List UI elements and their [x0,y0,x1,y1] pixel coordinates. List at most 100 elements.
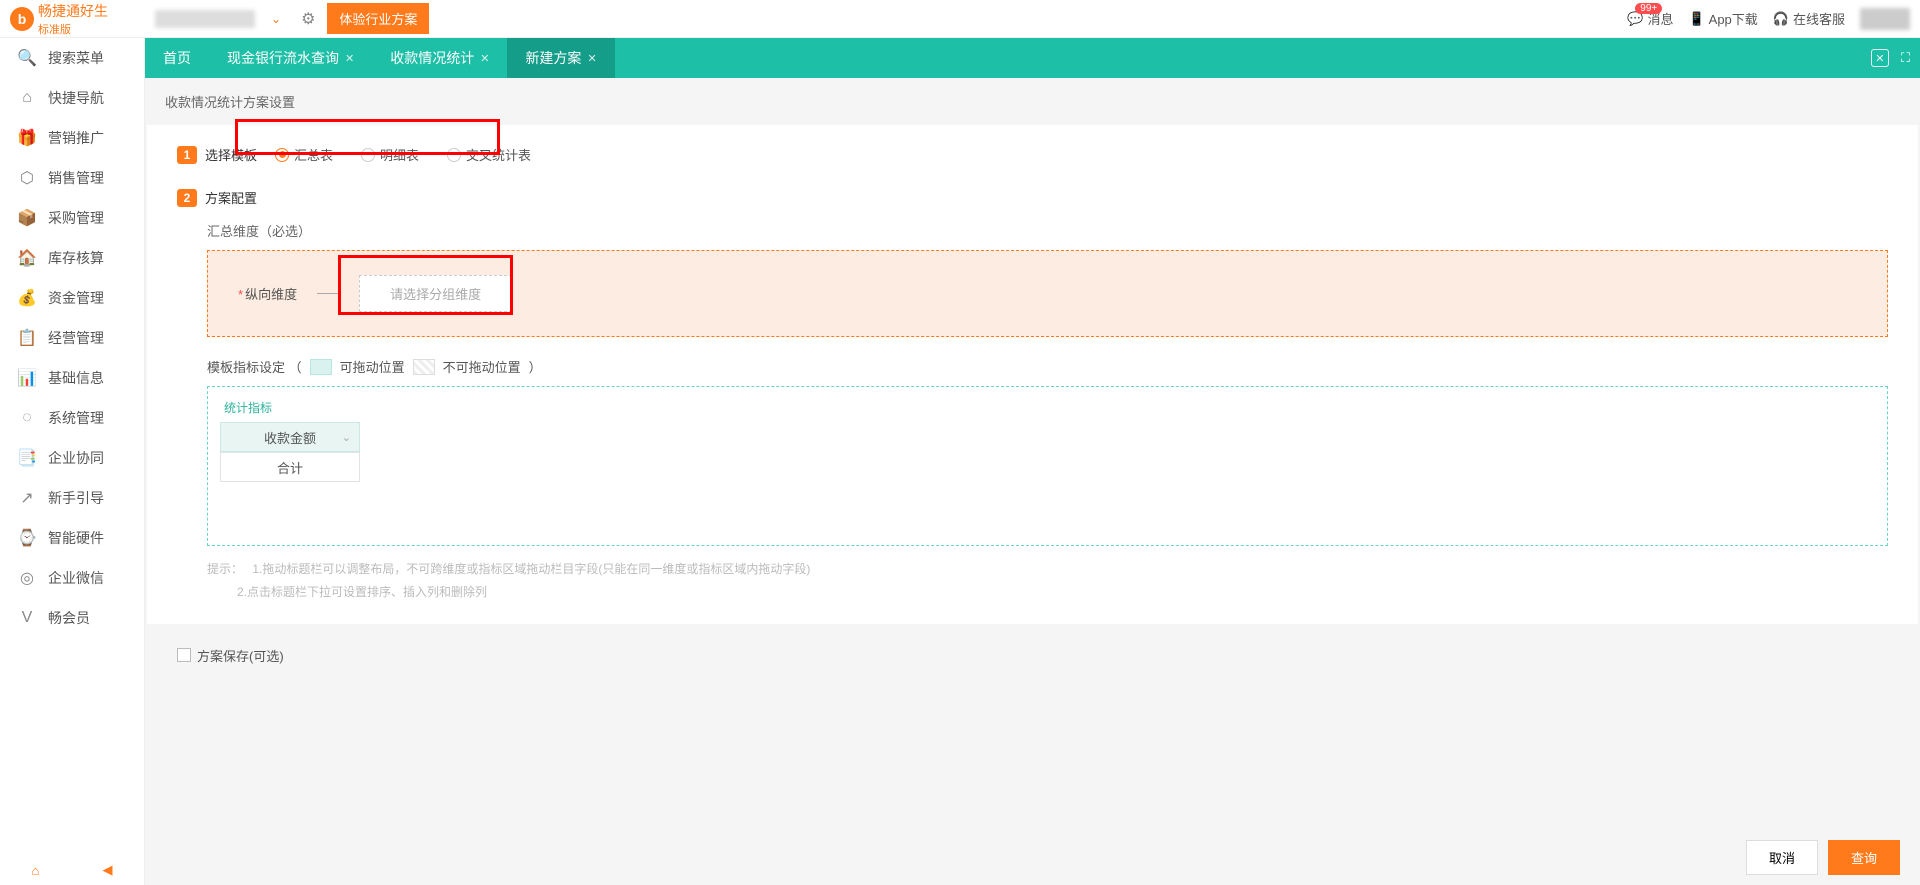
app-download-label: App下载 [1709,9,1758,28]
radio-option[interactable]: 交叉统计表 [447,145,531,164]
step1-row: 1 选择模板 汇总表 明细表 交叉统计表 [177,145,1888,164]
swatch-nodraggable-icon [413,359,435,375]
step1-badge: 1 [177,146,197,164]
dimension-label: *纵向维度 [238,284,297,303]
sidebar-item[interactable]: ⬡ 销售管理 [0,158,144,198]
sidebar-item[interactable]: 🏠库存核算 [0,238,144,278]
close-icon[interactable]: ✕ [345,52,354,65]
radio-label: 汇总表 [294,145,333,164]
headset-icon: 🎧 [1773,11,1789,27]
footer-bar: 取消 查询 [1726,830,1920,885]
indicator-legend: 模板指标设定 （ 可拖动位置 不可拖动位置 ） [207,357,1888,376]
topbar: b 畅捷通好生 标准版 ⌄ ⚙ 体验行业方案 💬 消息 99+ 📱 App下载 … [0,0,1920,38]
sidebar-item[interactable]: 📊基础信息 [0,358,144,398]
indicator-value: 收款金额 [264,428,316,447]
nav-icon: ⌂ [18,89,36,107]
sidebar-item[interactable]: 🔍 搜索菜单 [0,38,144,78]
sidebar: 🔍 搜索菜单 ⌂快捷导航🎁营销推广 ⬡ 销售管理 📦 采购管理 🏠库存核算💰资金管理 📋 经营管理… [0,38,145,885]
nav-label: 采购管理 [48,208,104,228]
nav-icon: 🔍 [18,49,36,67]
tab[interactable]: 首页 [145,38,209,78]
indicator-zone: 统计指标 收款金额 ⌄ 合计 [207,386,1888,546]
tab[interactable]: 收款情况统计✕ [372,38,507,78]
tip-2: 2.点击标题栏下拉可设置排序、插入列和删除列 [237,585,487,599]
messages-link[interactable]: 💬 消息 99+ [1627,9,1673,28]
logo-area: b 畅捷通好生 标准版 [10,1,145,37]
chevron-down-icon: ⌄ [342,431,351,444]
nav-label: 销售管理 [48,168,104,188]
tabbar: 首页现金银行流水查询✕收款情况统计✕ 新建方案 ✕ ✕ ⛶ [145,38,1920,78]
logo-text: 畅捷通好生 [38,3,108,19]
nav-label: 企业微信 [48,568,104,588]
sidebar-item[interactable]: 📋 经营管理 [0,318,144,358]
sidebar-item[interactable]: ⌂快捷导航 [0,78,144,118]
nav-label: 经营管理 [48,328,104,348]
query-button[interactable]: 查询 [1828,840,1900,875]
config-panel: 1 选择模板 汇总表 明细表 交叉统计表 2 方案配置 汇总维度（必选） *纵向维度… [147,125,1918,624]
step1-label: 选择模板 [205,145,257,164]
app-download-link[interactable]: 📱 App下载 [1688,9,1757,28]
tab[interactable]: 现金银行流水查询✕ [209,38,372,78]
template-radio-group: 汇总表 明细表 交叉统计表 [275,145,531,164]
radio-label: 明细表 [380,145,419,164]
sidebar-item[interactable]: 💰资金管理 [0,278,144,318]
sidebar-item[interactable]: ⌚智能硬件 [0,518,144,558]
save-checkbox[interactable] [177,648,191,662]
tip-1: 1.拖动标题栏可以调整布局，不可跨维度或指标区域拖动栏目字段(只能在同一维度或指… [252,562,810,576]
nav-label: 搜索菜单 [48,48,104,68]
nav-icon: ⬡ [18,169,36,187]
radio-option[interactable]: 明细表 [361,145,419,164]
close-all-tabs-button[interactable]: ✕ [1871,49,1889,67]
step2-label: 方案配置 [205,188,257,207]
footer-icon-2[interactable]: ◀ [102,862,112,878]
nav-icon: 📑 [18,449,36,467]
gear-icon[interactable]: ⚙ [301,9,315,29]
nav-icon: 🎁 [18,129,36,147]
step2-row: 2 方案配置 [177,188,1888,207]
sidebar-item[interactable]: 📦 采购管理 [0,198,144,238]
footer-icon-1[interactable]: ⌂ [32,863,40,878]
nav-label: 企业协同 [48,448,104,468]
sidebar-item[interactable]: 🎁营销推广 [0,118,144,158]
org-selector[interactable]: ⌄ [155,10,289,28]
sidebar-item[interactable]: V畅会员 [0,598,144,638]
legend-nodraggable-label: 不可拖动位置 [443,357,521,376]
connector-line [317,293,339,294]
nav-icon: 📊 [18,369,36,387]
tabbar-tools: ✕ ⛶ [1871,49,1920,67]
step2-badge: 2 [177,189,197,207]
close-icon[interactable]: ✕ [480,52,489,65]
main: 首页现金银行流水查询✕收款情况统计✕新建方案✕ ✕ ⛶ 收款情况统计方案设置 1… [145,38,1920,885]
support-link[interactable]: 🎧 在线客服 [1773,9,1845,28]
fullscreen-icon[interactable]: ⛶ [1901,50,1910,66]
cta-button[interactable]: 体验行业方案 [327,3,429,34]
radio-option[interactable]: 汇总表 [275,145,333,164]
tab-label: 新建方案 [525,48,581,68]
org-name-blurred [155,10,255,28]
cancel-button[interactable]: 取消 [1746,840,1818,875]
nav-label: 畅会员 [48,608,90,628]
nav-label: 新手引导 [48,488,104,508]
tab[interactable]: 新建方案 ✕ [507,38,614,78]
indicator-cell[interactable]: 收款金额 ⌄ [220,422,360,452]
save-label: 方案保存(可选) [197,646,284,665]
edition-tag: 标准版 [38,24,71,36]
sidebar-item[interactable]: ◎ 企业微信 [0,558,144,598]
radio-icon [275,148,289,162]
indicator-header: 统计指标 [220,399,1875,416]
nav-icon: ◎ [18,569,36,587]
topbar-right: 💬 消息 99+ 📱 App下载 🎧 在线客服 [1627,8,1910,30]
save-row: 方案保存(可选) [147,632,1918,679]
nav-icon: ◌ [18,409,36,427]
nav-icon: 📦 [18,209,36,227]
indicator-section-suffix: ） [529,357,542,376]
dimension-dropzone[interactable]: 请选择分组维度 [359,275,512,312]
avatar[interactable] [1860,8,1910,30]
close-icon[interactable]: ✕ [587,52,596,65]
nav-icon: 📋 [18,329,36,347]
sidebar-item[interactable]: ◌系统管理 [0,398,144,438]
sidebar-item[interactable]: ↗新手引导 [0,478,144,518]
swatch-draggable-icon [310,359,332,375]
dimension-section-label: 汇总维度（必选） [207,221,1888,240]
sidebar-item[interactable]: 📑 企业协同 [0,438,144,478]
